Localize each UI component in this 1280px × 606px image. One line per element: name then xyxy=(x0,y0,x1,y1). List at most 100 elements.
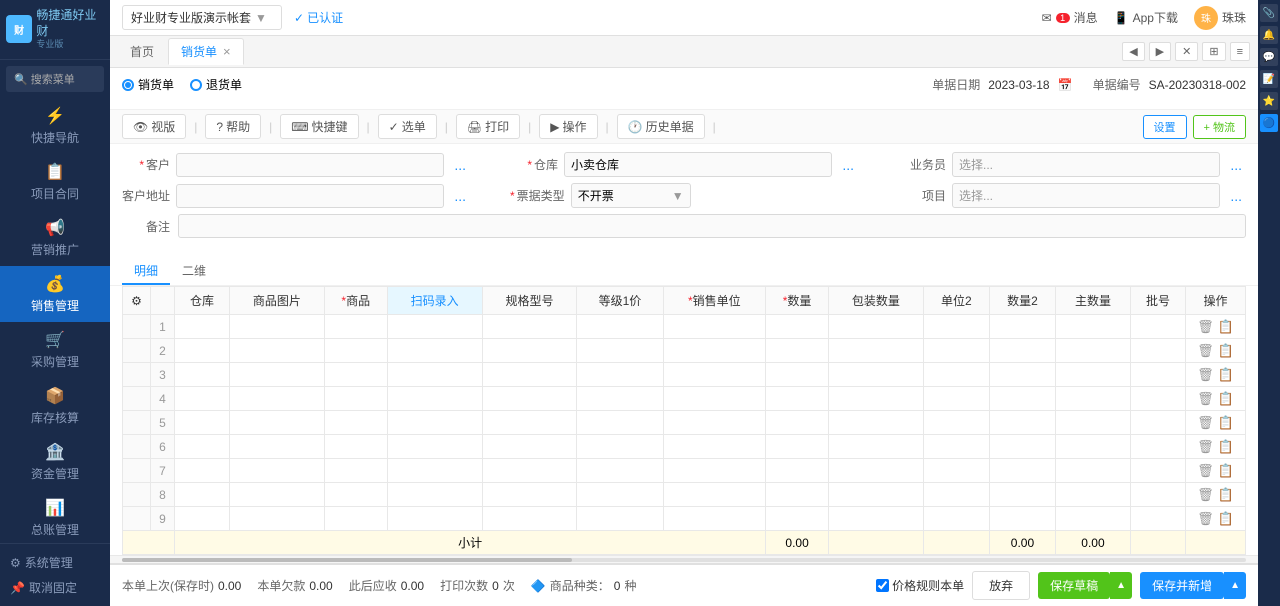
sidebar-item-project[interactable]: 📋 项目合同 xyxy=(0,154,110,210)
row-copy-btn[interactable]: 📋 xyxy=(1216,343,1236,359)
subtotal-qty2: 0.00 xyxy=(989,531,1055,555)
staff-input[interactable]: 选择... xyxy=(952,152,1220,177)
row-delete-btn[interactable]: 🗑 xyxy=(1195,391,1216,407)
right-panel-icon-1[interactable]: 📎 xyxy=(1260,4,1278,22)
sidebar-item-marketing[interactable]: 📢 营销推广 xyxy=(0,210,110,266)
row-copy-btn[interactable]: 📋 xyxy=(1216,319,1236,335)
search-menu-button[interactable]: 🔍 搜索菜单 xyxy=(6,66,104,92)
save-new-button[interactable]: 保存并新增 xyxy=(1140,572,1224,599)
print-icon: 🖨 xyxy=(467,120,482,134)
calendar-icon[interactable]: 📅 xyxy=(1058,78,1073,92)
shortcut-button[interactable]: ⌨ 快捷键 xyxy=(280,114,358,139)
staff-label: 业务员 xyxy=(898,156,946,173)
sidebar-item-sales[interactable]: 💰 销售管理 xyxy=(0,266,110,322)
sidebar-item-quicknav[interactable]: ⚡ 快捷导航 xyxy=(0,98,110,154)
right-panel-icon-2[interactable]: 🔔 xyxy=(1260,26,1278,44)
radio-sale-order[interactable]: 销货单 xyxy=(122,76,174,93)
shortcut-icon: ⌨ xyxy=(291,120,308,134)
save-draft-dropdown[interactable]: ▲ xyxy=(1110,572,1132,599)
tab-next-button[interactable]: ▶ xyxy=(1149,42,1171,61)
company-name: 好业财专业版演示帐套 xyxy=(131,9,251,26)
messages-button[interactable]: ✉ 1 消息 xyxy=(1042,9,1098,26)
table-row: 3🗑📋 xyxy=(123,363,1246,387)
row-delete-btn[interactable]: 🗑 xyxy=(1195,463,1216,479)
row-copy-btn[interactable]: 📋 xyxy=(1216,439,1236,455)
table-row: 7🗑📋 xyxy=(123,459,1246,483)
sidebar-item-inventory[interactable]: 📦 库存核算 xyxy=(0,378,110,434)
add-logistics-button[interactable]: + 物流 xyxy=(1193,115,1246,139)
sidebar-search[interactable]: 🔍 搜索菜单 xyxy=(0,60,110,98)
sidebar-item-cancel-pin[interactable]: 📌 取消固定 xyxy=(6,575,104,600)
sidebar-item-accounts[interactable]: 📊 总账管理 xyxy=(0,490,110,543)
row-delete-btn[interactable]: 🗑 xyxy=(1195,439,1216,455)
print-button[interactable]: 🖨 打印 xyxy=(456,114,520,139)
invoice-select[interactable]: 不开票 ▼ xyxy=(571,183,691,208)
row-copy-btn[interactable]: 📋 xyxy=(1216,367,1236,383)
row-delete-btn[interactable]: 🗑 xyxy=(1195,511,1216,527)
row-copy-btn[interactable]: 📋 xyxy=(1216,511,1236,527)
row-copy-btn[interactable]: 📋 xyxy=(1216,463,1236,479)
project-dots[interactable]: ... xyxy=(1226,188,1246,204)
row-delete-btn[interactable]: 🗑 xyxy=(1195,415,1216,431)
right-panel-icon-5[interactable]: ⭐ xyxy=(1260,92,1278,110)
settings-col-header[interactable]: ⚙ xyxy=(123,287,151,315)
help-button[interactable]: ? 帮助 xyxy=(205,114,261,139)
tab-close-button[interactable]: ✕ xyxy=(1175,42,1198,61)
project-input[interactable]: 选择... xyxy=(952,183,1220,208)
price-check-label[interactable]: 价格规则本单 xyxy=(876,577,964,594)
save-new-group: 保存并新增 ▲ xyxy=(1140,572,1246,599)
right-panel-icon-4[interactable]: 📝 xyxy=(1260,70,1278,88)
sidebar-item-system[interactable]: ⚙ 系统管理 xyxy=(6,550,104,575)
tab-close-icon[interactable]: × xyxy=(223,44,231,59)
col-barcode[interactable]: 扫码录入 xyxy=(387,287,482,315)
row-delete-btn[interactable]: 🗑 xyxy=(1195,487,1216,503)
customer-input[interactable] xyxy=(176,153,444,177)
row-delete-btn[interactable]: 🗑 xyxy=(1195,343,1216,359)
scrollbar-track[interactable] xyxy=(122,558,1246,562)
scrollbar-thumb[interactable] xyxy=(122,558,572,562)
tab-sales-order[interactable]: 销货单 × xyxy=(168,38,244,65)
company-selector[interactable]: 好业财专业版演示帐套 ▼ xyxy=(122,5,282,30)
data-tabs: 明细 二维 xyxy=(110,252,1258,286)
warehouse-input[interactable]: 小卖仓库 xyxy=(564,152,832,177)
remark-input[interactable] xyxy=(178,214,1246,238)
sidebar-item-purchase[interactable]: 🛒 采购管理 xyxy=(0,322,110,378)
tab-list-view-button[interactable]: ≡ xyxy=(1230,42,1250,61)
invoice-label: 票据类型 xyxy=(510,187,565,204)
staff-dots[interactable]: ... xyxy=(1226,157,1246,173)
view-button[interactable]: 👁 视版 xyxy=(122,114,186,139)
right-panel-icon-6[interactable]: 🔵 xyxy=(1260,114,1278,132)
tab-detail[interactable]: 明细 xyxy=(122,258,170,285)
price-check-checkbox[interactable] xyxy=(876,579,889,592)
history-button[interactable]: 🕐 历史单据 xyxy=(617,114,705,139)
settings-button[interactable]: 设置 xyxy=(1143,115,1187,139)
save-new-dropdown[interactable]: ▲ xyxy=(1224,572,1246,599)
row-copy-btn[interactable]: 📋 xyxy=(1216,487,1236,503)
discard-button[interactable]: 放弃 xyxy=(972,571,1030,600)
radio-return-order[interactable]: 退货单 xyxy=(190,76,242,93)
save-draft-button[interactable]: 保存草稿 xyxy=(1038,572,1110,599)
logo-text: 畅捷通好业财 专业版 xyxy=(36,8,104,51)
right-panel-icon-3[interactable]: 💬 xyxy=(1260,48,1278,66)
tab-prev-button[interactable]: ◀ xyxy=(1122,42,1144,61)
purchase-icon: 🛒 xyxy=(45,330,65,350)
horizontal-scrollbar[interactable] xyxy=(110,555,1258,563)
row-delete-btn[interactable]: 🗑 xyxy=(1195,367,1216,383)
select-button[interactable]: ✓ 选单 xyxy=(378,114,437,139)
address-input[interactable] xyxy=(176,184,444,208)
app-download-button[interactable]: 📱 App下载 xyxy=(1114,9,1178,26)
user-profile[interactable]: 珠 珠珠 xyxy=(1194,6,1246,30)
sidebar-item-capital[interactable]: 🏦 资金管理 xyxy=(0,434,110,490)
address-dots[interactable]: ... xyxy=(450,188,470,204)
sidebar-bottom: ⚙ 系统管理 📌 取消固定 xyxy=(0,543,110,606)
row-copy-btn[interactable]: 📋 xyxy=(1216,391,1236,407)
company-dropdown-icon: ▼ xyxy=(255,11,267,25)
operate-button[interactable]: ▶ 操作 xyxy=(539,114,597,139)
warehouse-dots[interactable]: ... xyxy=(838,157,858,173)
row-copy-btn[interactable]: 📋 xyxy=(1216,415,1236,431)
tab-home[interactable]: 首页 xyxy=(118,39,166,64)
customer-dots[interactable]: ... xyxy=(450,157,470,173)
row-delete-btn[interactable]: 🗑 xyxy=(1195,319,1216,335)
tab-grid-view-button[interactable]: ⊞ xyxy=(1202,42,1225,61)
tab-2d[interactable]: 二维 xyxy=(170,258,218,285)
